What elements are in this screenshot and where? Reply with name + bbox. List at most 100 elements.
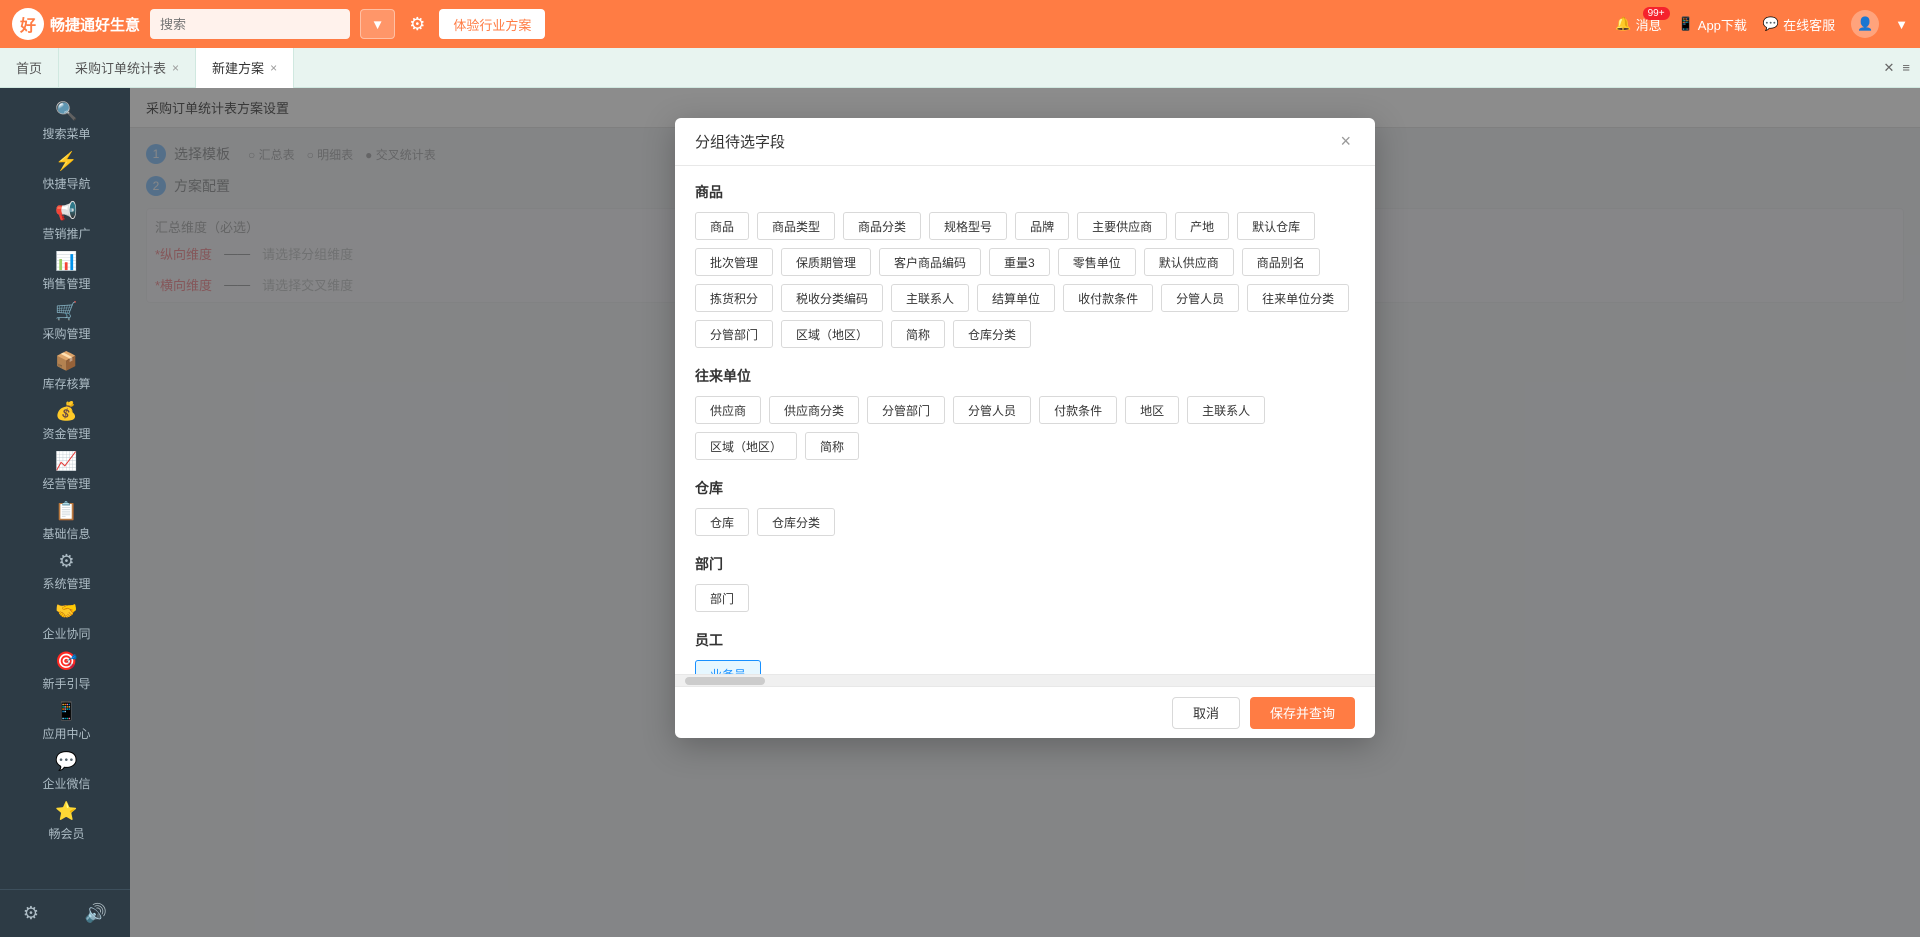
online-service-item[interactable]: 💬 在线客服 [1763, 15, 1835, 34]
tab-new-plan[interactable]: 新建方案 × [196, 48, 294, 88]
sidebar-item-purchase[interactable]: 🛒 采购管理 [0, 296, 130, 346]
employee-field-tags: 业务员 [695, 660, 1355, 674]
field-tag-retail-unit[interactable]: 零售单位 [1058, 248, 1136, 276]
content-area: 采购订单统计表方案设置 1 选择模板 ○ 汇总表 ○ 明细表 ● 交叉统计表 2… [130, 88, 1920, 937]
experience-button[interactable]: 体验行业方案 [439, 9, 545, 39]
field-tag-wh[interactable]: 仓库 [695, 508, 749, 536]
field-tag-batch-mgmt[interactable]: 批次管理 [695, 248, 773, 276]
field-tag-brand[interactable]: 品牌 [1015, 212, 1069, 240]
notification-item[interactable]: 🔔 消息 99+ [1615, 15, 1661, 34]
logo: 好 畅捷通好生意 [12, 8, 140, 40]
sidebar-item-marketing-label: 营销推广 [42, 225, 90, 242]
sidebar-item-inventory-label: 库存核算 [42, 375, 90, 392]
sidebar-item-wechat[interactable]: 💬 企业微信 [0, 746, 130, 796]
field-tag-spec-type[interactable]: 规格型号 [929, 212, 1007, 240]
quick-nav-icon: ⚡ [55, 151, 77, 172]
sidebar-item-inventory[interactable]: 📦 库存核算 [0, 346, 130, 396]
sidebar-item-operations[interactable]: 📈 经营管理 [0, 446, 130, 496]
top-header: 好 畅捷通好生意 ▼ ⚙ 体验行业方案 🔔 消息 99+ 📱 App下载 💬 在… [0, 0, 1920, 48]
field-tag-weight3[interactable]: 重量3 [989, 248, 1050, 276]
confirm-button[interactable]: 保存并查询 [1250, 697, 1355, 729]
logo-text: 畅捷通好生意 [50, 14, 140, 35]
field-tag-dept-field[interactable]: 部门 [695, 584, 749, 612]
tab-new-plan-close[interactable]: × [270, 61, 277, 75]
field-tag-product-alias[interactable]: 商品别名 [1242, 248, 1320, 276]
field-tag-default-warehouse[interactable]: 默认仓库 [1237, 212, 1315, 240]
field-tag-payment-terms[interactable]: 收付款条件 [1063, 284, 1153, 312]
tab-home[interactable]: 首页 [0, 48, 59, 88]
sidebar-settings-icon[interactable]: ⚙ [23, 903, 39, 924]
tab-bar: 首页 采购订单统计表 × 新建方案 × ✕ ≡ [0, 48, 1920, 88]
field-tag-area[interactable]: 地区 [1125, 396, 1179, 424]
field-tag-settle-unit[interactable]: 结算单位 [977, 284, 1055, 312]
field-group-department: 部门 部门 [695, 554, 1355, 612]
field-tag-salesman[interactable]: 业务员 [695, 660, 761, 674]
avatar[interactable]: 👤 [1851, 10, 1879, 38]
field-tag-supplier[interactable]: 供应商 [695, 396, 761, 424]
tab-close-all-icon[interactable]: ✕ [1884, 60, 1895, 76]
field-group-employee-title: 员工 [695, 630, 1355, 650]
field-tag-supplier-cat[interactable]: 供应商分类 [769, 396, 859, 424]
online-service-label: 在线客服 [1783, 15, 1835, 34]
field-tag-warehouse-cat[interactable]: 仓库分类 [953, 320, 1031, 348]
field-tag-pay-terms[interactable]: 付款条件 [1039, 396, 1117, 424]
sidebar-item-search-label: 搜索菜单 [42, 125, 90, 142]
field-tag-shelf-life[interactable]: 保质期管理 [781, 248, 871, 276]
sidebar-item-marketing[interactable]: 📢 营销推广 [0, 196, 130, 246]
sidebar-item-finance-label: 资金管理 [42, 425, 90, 442]
field-tag-short2[interactable]: 简称 [805, 432, 859, 460]
modal-close-button[interactable]: × [1336, 127, 1355, 156]
field-tag-manager[interactable]: 分管人员 [1161, 284, 1239, 312]
sidebar-item-members[interactable]: ⭐ 畅会员 [0, 796, 130, 846]
field-tag-source-unit-cat[interactable]: 往来单位分类 [1247, 284, 1349, 312]
username-expand-icon: ▼ [1895, 17, 1908, 32]
field-tag-origin[interactable]: 产地 [1175, 212, 1229, 240]
field-tag-dept[interactable]: 分管部门 [867, 396, 945, 424]
finance-icon: 💰 [55, 401, 77, 422]
field-tag-product-type[interactable]: 商品类型 [757, 212, 835, 240]
app-download-icon: 📱 [1678, 16, 1694, 32]
field-tag-tax-code[interactable]: 税收分类编码 [781, 284, 883, 312]
sidebar-item-search[interactable]: 🔍 搜索菜单 [0, 96, 130, 146]
field-tag-dept-person[interactable]: 分管人员 [953, 396, 1031, 424]
sidebar-item-finance[interactable]: 💰 资金管理 [0, 396, 130, 446]
operations-icon: 📈 [55, 451, 77, 472]
field-tag-pickup-points[interactable]: 拣货积分 [695, 284, 773, 312]
sidebar-audio-icon[interactable]: 🔊 [85, 903, 107, 924]
header-search-input[interactable] [150, 9, 350, 39]
field-tag-product-category[interactable]: 商品分类 [843, 212, 921, 240]
field-tag-dept-mgmt[interactable]: 分管部门 [695, 320, 773, 348]
sidebar-item-corp-coop[interactable]: 🤝 企业协同 [0, 596, 130, 646]
cancel-button[interactable]: 取消 [1172, 697, 1240, 729]
tab-purchase-stats[interactable]: 采购订单统计表 × [59, 48, 196, 88]
sidebar-item-system[interactable]: ⚙ 系统管理 [0, 546, 130, 596]
field-tag-wh-cat[interactable]: 仓库分类 [757, 508, 835, 536]
sidebar-item-sales[interactable]: 📊 销售管理 [0, 246, 130, 296]
header-dropdown-button[interactable]: ▼ [360, 9, 395, 39]
tab-purchase-stats-close[interactable]: × [172, 61, 179, 75]
field-tag-contact[interactable]: 主联系人 [1187, 396, 1265, 424]
sidebar-item-quick-nav[interactable]: ⚡ 快捷导航 [0, 146, 130, 196]
field-tag-region2[interactable]: 区域（地区） [695, 432, 797, 460]
modal-hscroll-thumb[interactable] [685, 677, 765, 685]
header-gear-icon[interactable]: ⚙ [405, 10, 429, 39]
field-tag-main-supplier[interactable]: 主要供应商 [1077, 212, 1167, 240]
modal-footer: 取消 保存并查询 [675, 686, 1375, 738]
beginner-icon: 🎯 [55, 651, 77, 672]
field-tag-short-name[interactable]: 简称 [891, 320, 945, 348]
field-tag-customer-code[interactable]: 客户商品编码 [879, 248, 981, 276]
product-field-tags: 商品 商品类型 商品分类 规格型号 品牌 主要供应商 产地 默认仓库 批次管理 … [695, 212, 1355, 348]
app-download-item[interactable]: 📱 App下载 [1678, 15, 1747, 34]
sidebar-item-system-label: 系统管理 [42, 575, 90, 592]
field-tag-main-contact[interactable]: 主联系人 [891, 284, 969, 312]
sidebar-item-beginner[interactable]: 🎯 新手引导 [0, 646, 130, 696]
modal-horizontal-scrollbar[interactable] [675, 674, 1375, 686]
field-tag-default-supplier[interactable]: 默认供应商 [1144, 248, 1234, 276]
sidebar-item-basic[interactable]: 📋 基础信息 [0, 496, 130, 546]
notification-icon: 🔔 [1615, 16, 1631, 32]
sidebar-item-app-center[interactable]: 📱 应用中心 [0, 696, 130, 746]
field-tag-region[interactable]: 区域（地区） [781, 320, 883, 348]
tab-menu-icon[interactable]: ≡ [1902, 60, 1910, 75]
header-right: 🔔 消息 99+ 📱 App下载 💬 在线客服 👤 ▼ [1615, 10, 1908, 38]
field-tag-product[interactable]: 商品 [695, 212, 749, 240]
